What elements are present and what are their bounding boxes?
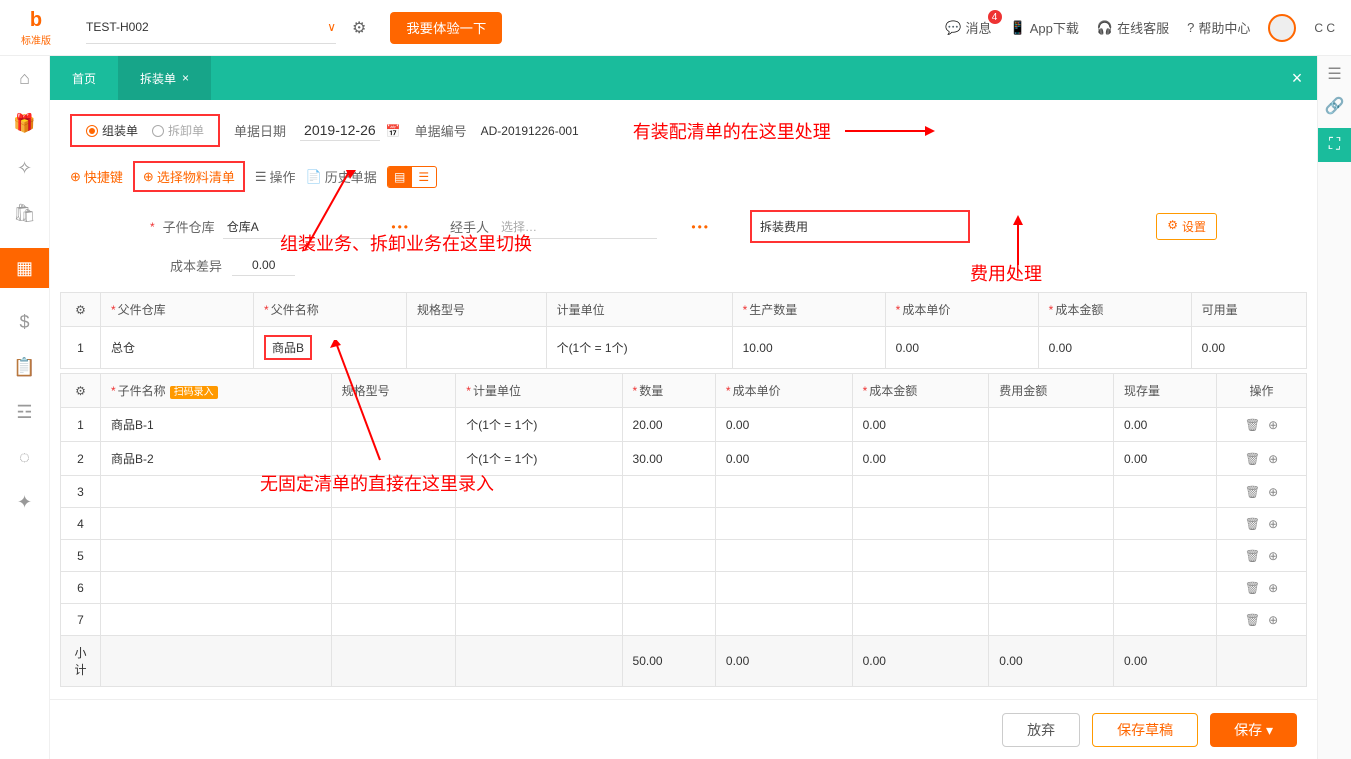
- try-button[interactable]: 我要体验一下: [390, 12, 502, 44]
- footer-bar: 放弃 保存草稿 保存 ▾: [50, 699, 1317, 759]
- table-row[interactable]: 7🗑⊕: [61, 604, 1307, 636]
- sub-warehouse-field[interactable]: *子件仓库仓库A•••: [150, 215, 410, 239]
- close-tab-icon[interactable]: ×: [182, 71, 189, 85]
- link-icon[interactable]: 🔗: [1325, 96, 1345, 116]
- avatar[interactable]: [1268, 14, 1296, 42]
- scan-tag[interactable]: 扫码录入: [170, 386, 218, 399]
- settings-button[interactable]: ⚙ 设置: [1156, 213, 1217, 240]
- parent-table: ⚙ *父件仓库 *父件名称 规格型号 计量单位 *生产数量 *成本单价 *成本金…: [60, 292, 1307, 369]
- help-link[interactable]: ?帮助中心: [1187, 18, 1250, 37]
- cost-diff-label: 成本差异: [170, 256, 222, 275]
- delete-icon[interactable]: 🗑: [1245, 485, 1260, 499]
- bill-number: AD-20191226-001: [481, 124, 579, 138]
- note-icon[interactable]: ☰: [1327, 64, 1341, 84]
- help-icon: ?: [1187, 20, 1194, 35]
- table-row[interactable]: 5🗑⊕: [61, 540, 1307, 572]
- messages-link[interactable]: 💬消息: [945, 18, 991, 37]
- cost-diff-value: 0.00: [232, 255, 295, 276]
- company-dropdown[interactable]: TEST-H002∨: [86, 12, 336, 44]
- app-download-link[interactable]: 📱App下载: [1010, 18, 1079, 37]
- gear-icon[interactable]: ⚙: [352, 18, 366, 38]
- tab-home[interactable]: 首页: [50, 56, 118, 100]
- delete-icon[interactable]: 🗑: [1245, 418, 1260, 432]
- home-icon[interactable]: ⌂: [19, 68, 30, 89]
- table-row[interactable]: 1商品B-1个(1个 = 1个)20.000.000.000.00🗑⊕: [61, 408, 1307, 442]
- delete-icon[interactable]: 🗑: [1245, 549, 1260, 563]
- add-icon[interactable]: ⊕: [1268, 452, 1278, 466]
- clipboard-icon[interactable]: 📋: [13, 357, 35, 378]
- bag-icon[interactable]: 🛍: [13, 203, 36, 224]
- history-link[interactable]: 📄 历史单据: [306, 167, 377, 186]
- tab-bar: 首页 拆装单× ×: [50, 56, 1317, 100]
- gear-column-icon[interactable]: ⚙: [61, 293, 101, 327]
- add-icon[interactable]: ⊕: [1268, 517, 1278, 531]
- table-row[interactable]: 1 总仓 商品B 个(1个 = 1个) 10.00 0.00 0.00 0.00: [61, 327, 1307, 369]
- date-label: 单据日期: [234, 121, 286, 140]
- username: C C: [1314, 21, 1335, 35]
- money-icon[interactable]: $: [19, 312, 29, 333]
- discard-button[interactable]: 放弃: [1002, 713, 1080, 747]
- star-icon[interactable]: ✧: [17, 158, 32, 179]
- table-row[interactable]: 3🗑⊕: [61, 476, 1307, 508]
- number-label: 单据编号: [415, 121, 467, 140]
- add-icon[interactable]: ⊕: [1268, 549, 1278, 563]
- table-row[interactable]: 6🗑⊕: [61, 572, 1307, 604]
- logo: b标准版: [16, 9, 56, 47]
- child-table: ⚙ *子件名称扫码录入 规格型号 *计量单位 *数量 *成本单价 *成本金额 费…: [60, 373, 1307, 687]
- calendar-icon[interactable]: 📅: [386, 124, 401, 138]
- view-toggle[interactable]: ▤☰: [387, 166, 437, 188]
- add-icon[interactable]: ⊕: [1268, 485, 1278, 499]
- operations-menu[interactable]: ☰ 操作: [255, 167, 296, 186]
- delete-icon[interactable]: 🗑: [1245, 452, 1260, 466]
- headset-icon: 🎧: [1097, 20, 1113, 36]
- delete-icon[interactable]: 🗑: [1245, 581, 1260, 595]
- add-icon[interactable]: ⊕: [1268, 418, 1278, 432]
- gift-icon[interactable]: 🎁: [13, 113, 35, 134]
- right-nav: ☰ 🔗 ⛶: [1317, 56, 1351, 759]
- report-icon[interactable]: ☲: [16, 402, 32, 423]
- tab-assembly[interactable]: 拆装单×: [118, 56, 211, 100]
- annotation-material: 有装配清单的在这里处理: [633, 118, 831, 144]
- new-icon[interactable]: ✦: [17, 492, 32, 513]
- fee-field[interactable]: 拆装费用: [750, 210, 970, 243]
- phone-icon: 📱: [1010, 20, 1026, 36]
- date-input[interactable]: 2019-12-26: [300, 120, 380, 141]
- customer-service-link[interactable]: 🎧在线客服: [1097, 18, 1169, 37]
- warehouse-icon[interactable]: ▦: [0, 248, 49, 288]
- disassemble-radio[interactable]: 拆卸单: [152, 122, 204, 139]
- shortcut-link[interactable]: ⊕ 快捷键: [70, 167, 123, 186]
- bill-type-radio-group: 组装单 拆卸单: [70, 114, 220, 147]
- save-button[interactable]: 保存 ▾: [1210, 713, 1297, 747]
- table-row[interactable]: 4🗑⊕: [61, 508, 1307, 540]
- chat-icon: 💬: [945, 20, 961, 36]
- expand-icon[interactable]: ⛶: [1318, 128, 1351, 162]
- add-icon[interactable]: ⊕: [1268, 613, 1278, 627]
- add-icon[interactable]: ⊕: [1268, 581, 1278, 595]
- delete-icon[interactable]: 🗑: [1245, 613, 1260, 627]
- close-all-icon[interactable]: ×: [1277, 56, 1317, 100]
- settings-icon[interactable]: ◌: [19, 447, 30, 468]
- left-nav: ⌂ 🎁 ✧ 🛍 ▦ $ 📋 ☲ ◌ ✦: [0, 56, 50, 759]
- assemble-radio[interactable]: 组装单: [86, 122, 138, 139]
- select-material-button[interactable]: ⊕ 选择物料清单: [133, 161, 245, 192]
- table-row[interactable]: 2商品B-2个(1个 = 1个)30.000.000.000.00🗑⊕: [61, 442, 1307, 476]
- delete-icon[interactable]: 🗑: [1245, 517, 1260, 531]
- chevron-down-icon: ∨: [327, 20, 336, 34]
- save-draft-button[interactable]: 保存草稿: [1092, 713, 1198, 747]
- handler-field[interactable]: 经手人选择…•••: [450, 215, 710, 239]
- gear-column-icon[interactable]: ⚙: [61, 374, 101, 408]
- top-bar: b标准版 TEST-H002∨ ⚙ 我要体验一下 💬消息 📱App下载 🎧在线客…: [0, 0, 1351, 56]
